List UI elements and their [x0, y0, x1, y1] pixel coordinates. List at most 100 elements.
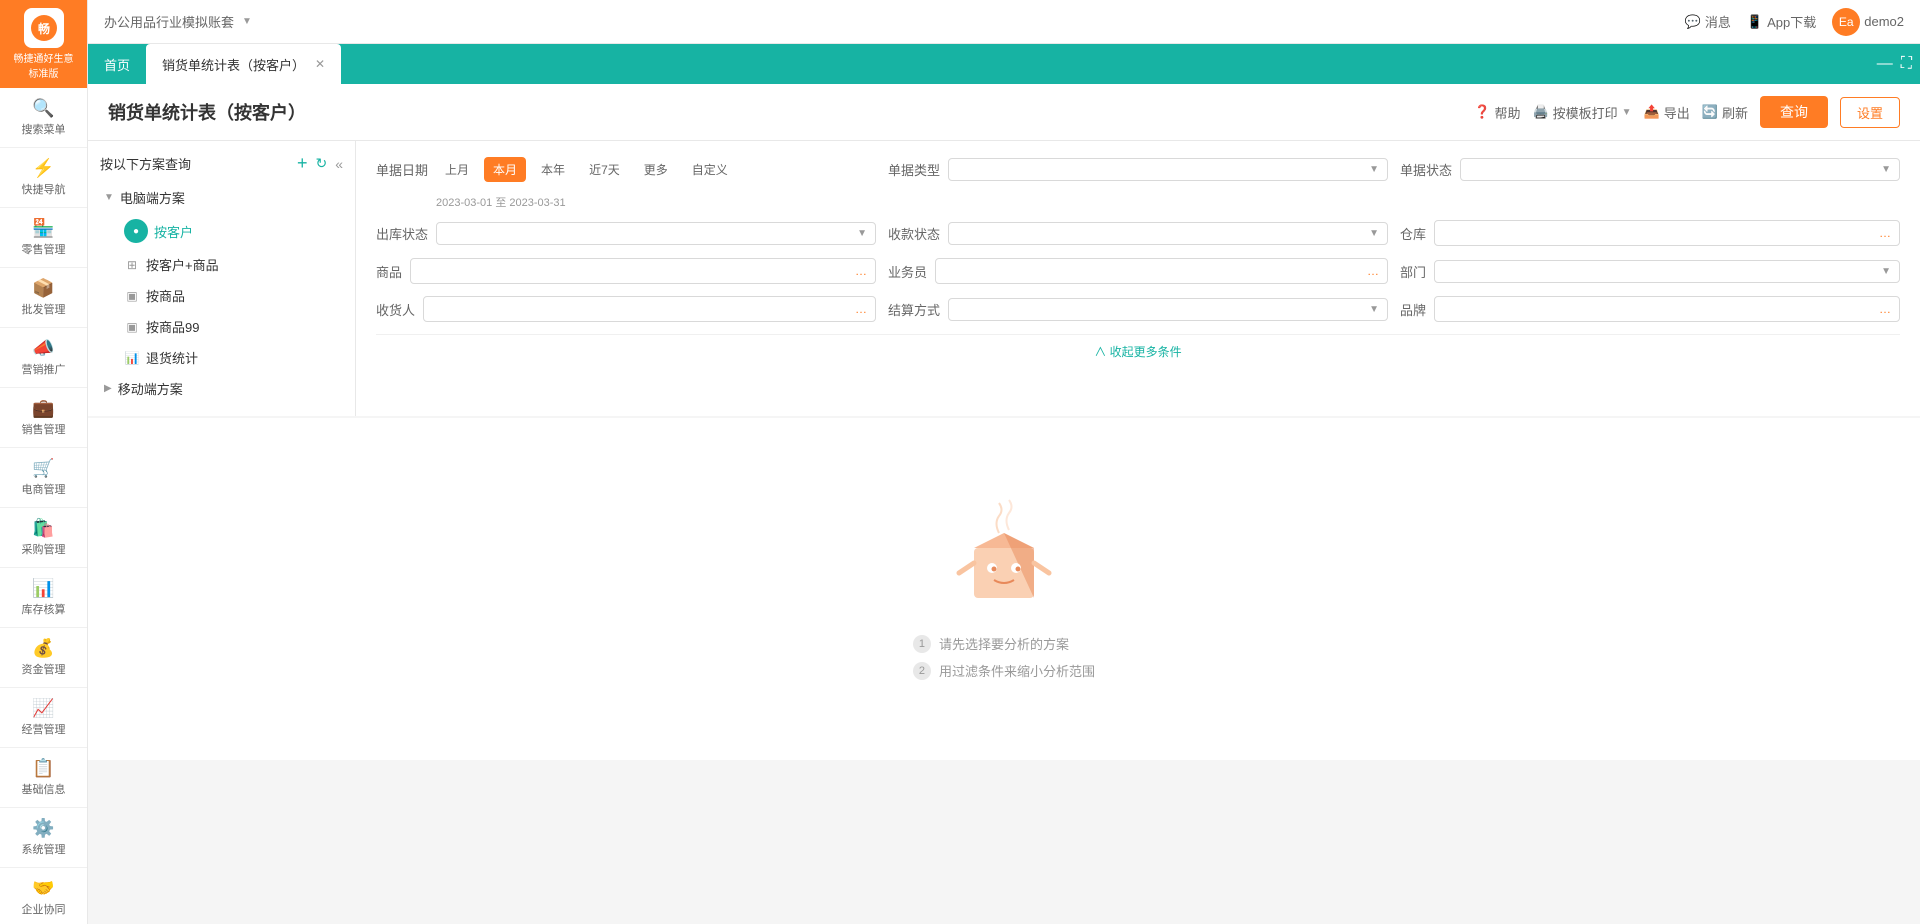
sidebar-item-marketing[interactable]: 📣 营销推广: [0, 328, 87, 388]
date-filter-group: 上月 本月 本年 近7天 更多 自定义: [436, 157, 876, 182]
print-btn[interactable]: 🖨️ 按模板打印 ▼: [1532, 103, 1631, 122]
sidebar-item-wholesale[interactable]: 📦 批发管理: [0, 268, 87, 328]
payment-method-input[interactable]: ▼: [948, 298, 1388, 321]
sidebar-item-search[interactable]: 🔍 搜索菜单: [0, 88, 87, 148]
sidebar-label-shortcut: 快捷导航: [22, 181, 66, 197]
sidebar-label-purchase: 采购管理: [22, 541, 66, 557]
tree-item-by-product-99[interactable]: ▣ 按商品99: [88, 311, 355, 342]
sidebar-label-ecom: 电商管理: [22, 481, 66, 497]
sidebar-item-retail[interactable]: 🏪 零售管理: [0, 208, 87, 268]
filter-item-salesperson: 业务员 …: [888, 258, 1388, 284]
sidebar-item-purchase[interactable]: 🛍️ 采购管理: [0, 508, 87, 568]
svg-text:畅: 畅: [37, 21, 49, 36]
hint-text-2: 用过滤条件来缩小分析范围: [939, 661, 1095, 680]
date-btn-more[interactable]: 更多: [635, 157, 677, 182]
collapse-icon: ∧: [1094, 345, 1106, 359]
page-actions: ❓ 帮助 🖨️ 按模板打印 ▼ 📤 导出 🔄 刷新 查询 设置: [1474, 96, 1900, 128]
add-scheme-icon[interactable]: +: [297, 153, 308, 174]
date-btn-current-month[interactable]: 本月: [484, 157, 526, 182]
left-panel: 按以下方案查询 + ↻ « ▼ 电脑端方案 ●: [88, 141, 356, 416]
date-btn-custom[interactable]: 自定义: [683, 157, 737, 182]
payment-method-label: 结算方式: [888, 300, 940, 319]
tabbar: 首页 销货单统计表（按客户） ✕ — ⛶: [88, 44, 1920, 84]
sidebar-item-operation[interactable]: 📈 经营管理: [0, 688, 87, 748]
brand-input[interactable]: …: [1434, 296, 1900, 322]
receiver-input[interactable]: …: [423, 296, 876, 322]
two-col-layout: 按以下方案查询 + ↻ « ▼ 电脑端方案 ●: [88, 141, 1920, 416]
user-area[interactable]: Ea demo2: [1832, 8, 1904, 36]
tree-item-label-by-customer: 按客户: [154, 222, 193, 241]
department-input[interactable]: ▼: [1434, 260, 1900, 283]
sidebar-label-finance: 资金管理: [22, 661, 66, 677]
tab-home[interactable]: 首页: [88, 44, 146, 84]
sidebar-item-finance[interactable]: 💰 资金管理: [0, 628, 87, 688]
payment-method-arrow: ▼: [1369, 304, 1379, 315]
collapse-panel-icon[interactable]: «: [335, 156, 343, 172]
message-icon: 💬: [1685, 14, 1701, 30]
filter-item-date: 单据日期 上月 本月 本年 近7天 更多 自定义: [376, 157, 876, 182]
left-panel-header: 按以下方案查询 + ↻ «: [88, 153, 355, 182]
collapse-bar[interactable]: ∧ 收起更多条件: [376, 334, 1900, 368]
sidebar-label-sales: 销售管理: [22, 421, 66, 437]
salesperson-input[interactable]: …: [935, 258, 1388, 284]
sidebar-item-inventory[interactable]: 📊 库存核算: [0, 568, 87, 628]
date-btn-this-year[interactable]: 本年: [532, 157, 574, 182]
shortcut-icon: ⚡: [32, 158, 54, 179]
tab-sales-stat[interactable]: 销货单统计表（按客户） ✕: [146, 44, 341, 84]
date-btn-last-month[interactable]: 上月: [436, 157, 478, 182]
date-btn-7days[interactable]: 近7天: [580, 157, 629, 182]
query-button[interactable]: 查询: [1760, 96, 1828, 128]
doc-status-input[interactable]: ▼: [1460, 158, 1900, 181]
out-status-input[interactable]: ▼: [436, 222, 876, 245]
sidebar-label-marketing: 营销推广: [22, 361, 66, 377]
warehouse-input[interactable]: …: [1434, 220, 1900, 246]
avatar: Ea: [1832, 8, 1860, 36]
brand-label: 品牌: [1400, 300, 1426, 319]
sidebar-item-ecom[interactable]: 🛒 电商管理: [0, 448, 87, 508]
sidebar-label-search: 搜索菜单: [22, 121, 66, 137]
tab-expand-icon[interactable]: ⛶: [1901, 55, 1912, 73]
refresh-btn[interactable]: 🔄 刷新: [1702, 103, 1748, 122]
tree-group-desktop[interactable]: ▼ 电脑端方案: [88, 182, 355, 213]
product-label: 商品: [376, 262, 402, 281]
out-status-label: 出库状态: [376, 224, 428, 243]
tab-minimize-icon[interactable]: —: [1877, 55, 1893, 73]
logo-area[interactable]: 畅 畅捷通好生意 标准版: [0, 0, 87, 88]
ecom-icon: 🛒: [32, 458, 54, 479]
refresh-scheme-icon[interactable]: ↻: [315, 155, 327, 172]
grid-icon: ⊞: [124, 257, 140, 273]
account-selector-arrow[interactable]: ▼: [242, 16, 252, 27]
wholesale-icon: 📦: [32, 278, 54, 299]
sales-icon: 💼: [32, 398, 54, 419]
filter-item-payment-method: 结算方式 ▼: [888, 298, 1388, 321]
app-download-btn[interactable]: 📱 App下载: [1747, 12, 1816, 31]
sales-stat-tab-label: 销货单统计表（按客户）: [162, 55, 305, 74]
setting-button[interactable]: 设置: [1840, 97, 1900, 128]
product-input[interactable]: …: [410, 258, 876, 284]
sidebar-item-enterprise[interactable]: 🤝 企业协同: [0, 868, 87, 924]
tab-close-icon[interactable]: ✕: [315, 57, 325, 71]
receipt-status-input[interactable]: ▼: [948, 222, 1388, 245]
tree-group-mobile[interactable]: ▶ 移动端方案: [88, 373, 355, 404]
sidebar-item-system[interactable]: ⚙️ 系统管理: [0, 808, 87, 868]
message-btn[interactable]: 💬 消息: [1685, 12, 1731, 31]
sidebar-item-shortcut[interactable]: ⚡ 快捷导航: [0, 148, 87, 208]
tree-item-by-customer[interactable]: ● 按客户: [88, 213, 355, 249]
doc-type-input[interactable]: ▼: [948, 158, 1388, 181]
tree-item-by-product[interactable]: ▣ 按商品: [88, 280, 355, 311]
receipt-status-label: 收款状态: [888, 224, 940, 243]
app-download-label: App下载: [1767, 12, 1816, 31]
tree-item-by-customer-product[interactable]: ⊞ 按客户+商品: [88, 249, 355, 280]
topbar-right: 💬 消息 📱 App下载 Ea demo2: [1685, 8, 1904, 36]
doc-status-label: 单据状态: [1400, 160, 1452, 179]
sidebar-item-basic[interactable]: 📋 基础信息: [0, 748, 87, 808]
tree-item-return-stat[interactable]: 📊 退货统计: [88, 342, 355, 373]
account-selector-label[interactable]: 办公用品行业模拟账套: [104, 12, 234, 31]
help-btn[interactable]: ❓ 帮助: [1474, 103, 1520, 122]
refresh-icon: 🔄: [1702, 104, 1718, 120]
tree-group-label: 电脑端方案: [120, 188, 185, 207]
right-filter-panel: 单据日期 上月 本月 本年 近7天 更多 自定义 单据类型: [356, 141, 1920, 416]
export-btn[interactable]: 📤 导出: [1644, 103, 1690, 122]
sidebar-label-basic: 基础信息: [22, 781, 66, 797]
sidebar-item-sales[interactable]: 💼 销售管理: [0, 388, 87, 448]
